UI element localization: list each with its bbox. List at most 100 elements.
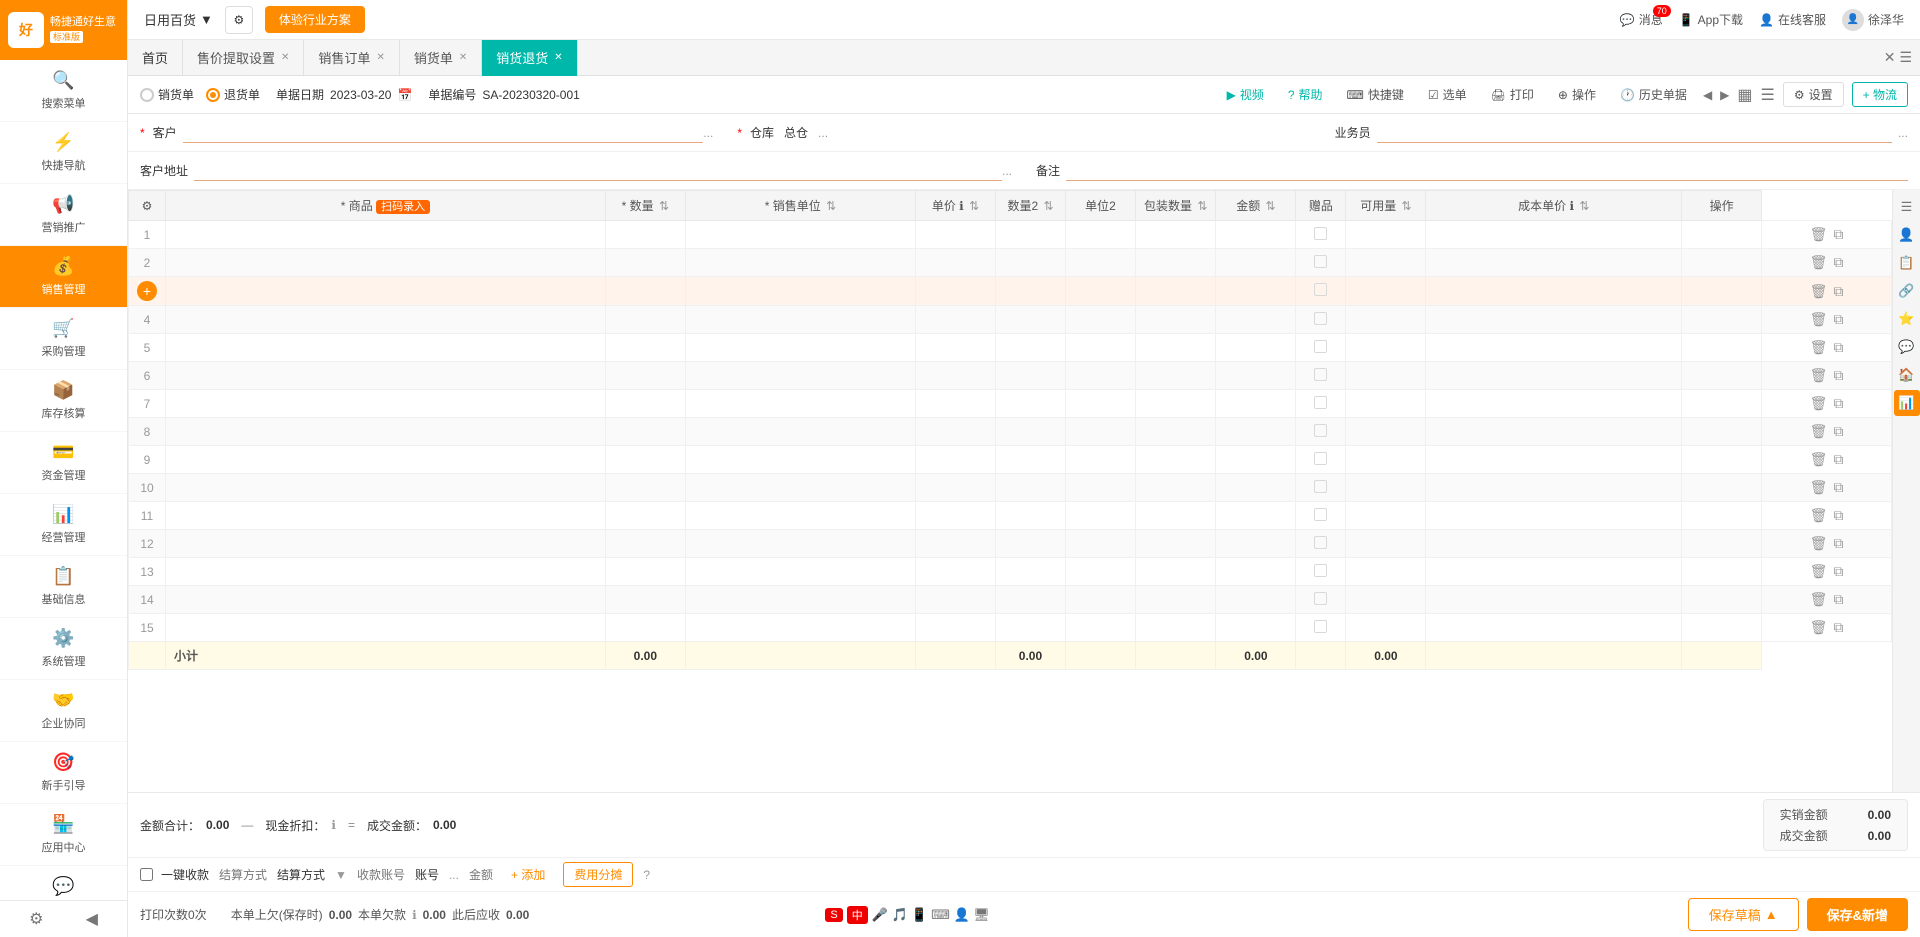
sidebar-item-sales[interactable]: 💰 销售管理 <box>0 246 127 308</box>
right-icon-4[interactable]: 🔗 <box>1894 278 1920 304</box>
add-material-btn[interactable]: + 物流 <box>1852 82 1908 107</box>
nav-next-icon[interactable]: ▶ <box>1720 88 1729 102</box>
one-click-payment[interactable]: 一键收款 <box>140 866 209 883</box>
tab-close-price-set[interactable]: ✕ <box>281 52 289 63</box>
one-click-checkbox[interactable] <box>140 868 153 881</box>
product-input-7[interactable] <box>174 397 597 411</box>
right-icon-3[interactable]: 📋 <box>1894 250 1920 276</box>
copy-icon-10[interactable]: ⧉ <box>1833 479 1843 496</box>
right-icon-7[interactable]: 🏠 <box>1894 362 1920 388</box>
fee-help-icon[interactable]: ? <box>643 868 650 882</box>
fee-split-btn[interactable]: 费用分摊 <box>563 862 633 887</box>
settings-btn[interactable]: ⚙ 设置 <box>1783 82 1844 107</box>
settings-bottom-icon[interactable]: ⚙ <box>29 909 43 929</box>
delete-icon-11[interactable]: 🗑 <box>1810 507 1828 524</box>
delete-icon-10[interactable]: 🗑 <box>1810 479 1828 496</box>
print-btn[interactable]: 🖨 打印 <box>1483 83 1542 106</box>
gift-checkbox-13[interactable] <box>1314 564 1327 577</box>
copy-icon-4[interactable]: ⧉ <box>1833 311 1843 328</box>
warehouse-dots[interactable]: ... <box>818 126 828 140</box>
sidebar-item-operation[interactable]: 📊 经营管理 <box>0 494 127 556</box>
gift-checkbox-11[interactable] <box>1314 508 1327 521</box>
copy-icon-11[interactable]: ⧉ <box>1833 507 1843 524</box>
product-input-6[interactable] <box>174 369 597 383</box>
gift-checkbox-3[interactable] <box>1314 283 1327 296</box>
current-debt-help[interactable]: ℹ <box>412 908 417 922</box>
gift-checkbox-8[interactable] <box>1314 424 1327 437</box>
gift-checkbox-2[interactable] <box>1314 255 1327 268</box>
calendar-icon[interactable]: 📅 <box>397 88 412 102</box>
gift-checkbox-7[interactable] <box>1314 396 1327 409</box>
sidebar-item-inventory[interactable]: 📦 库存核算 <box>0 370 127 432</box>
delete-icon-4[interactable]: 🗑 <box>1810 311 1828 328</box>
copy-icon-12[interactable]: ⧉ <box>1833 535 1843 552</box>
grid-view-icon[interactable]: ▦ <box>1737 85 1752 105</box>
product-input-15[interactable] <box>174 621 597 635</box>
sidebar-item-wechat[interactable]: 💬 企业微信 <box>0 866 127 900</box>
copy-icon-3[interactable]: ⧉ <box>1833 283 1843 300</box>
video-btn[interactable]: ▶ 视频 <box>1219 83 1272 106</box>
product-input-12[interactable] <box>174 537 597 551</box>
collapse-icon[interactable]: ◀ <box>86 909 98 929</box>
col-gear[interactable]: ⚙ <box>129 191 166 221</box>
sidebar-item-search[interactable]: 🔍 搜索菜单 <box>0 60 127 122</box>
industry-dropdown[interactable]: 日用百货 ▼ <box>144 10 213 29</box>
remark-input[interactable] <box>1066 160 1908 181</box>
gift-checkbox-1[interactable] <box>1314 227 1327 240</box>
sidebar-item-system[interactable]: ⚙️ 系统管理 <box>0 618 127 680</box>
copy-icon-13[interactable]: ⧉ <box>1833 563 1843 580</box>
sidebar-item-newbie[interactable]: 🎯 新手引导 <box>0 742 127 804</box>
shortcut-btn[interactable]: ⌨ 快捷键 <box>1339 83 1412 106</box>
product-input-2[interactable] <box>174 256 597 270</box>
tab-home[interactable]: 首页 <box>128 40 183 76</box>
sidebar-item-marketing[interactable]: 📢 营销推广 <box>0 184 127 246</box>
cost-unit-sort-icon[interactable]: ⇅ <box>1579 199 1589 213</box>
customer-input[interactable] <box>183 122 704 143</box>
discount-help-icon[interactable]: ℹ <box>331 818 336 832</box>
gift-checkbox-4[interactable] <box>1314 312 1327 325</box>
gear-button[interactable]: ⚙ <box>225 6 253 34</box>
online-service-button[interactable]: 👤 在线客服 <box>1759 11 1826 28</box>
tab-close-sales-return[interactable]: ✕ <box>554 52 562 63</box>
list-view-icon[interactable]: ☰ <box>1761 85 1775 105</box>
radio-return[interactable]: 退货单 <box>206 86 260 103</box>
product-input-8[interactable] <box>174 425 597 439</box>
copy-icon-8[interactable]: ⧉ <box>1833 423 1843 440</box>
add-row-button[interactable]: + <box>137 281 157 301</box>
right-icon-6[interactable]: 💬 <box>1894 334 1920 360</box>
tab-sales-order[interactable]: 销售订单 ✕ <box>304 40 399 76</box>
help-btn[interactable]: ? 帮助 <box>1280 83 1331 106</box>
gift-checkbox-10[interactable] <box>1314 480 1327 493</box>
qty2-sort-icon[interactable]: ⇅ <box>1043 199 1053 213</box>
product-input-13[interactable] <box>174 565 597 579</box>
delete-icon-13[interactable]: 🗑 <box>1810 563 1828 580</box>
delete-icon-12[interactable]: 🗑 <box>1810 535 1828 552</box>
select-btn[interactable]: ☑ 选单 <box>1420 83 1475 106</box>
tab-close-sales-order[interactable]: ✕ <box>376 52 384 63</box>
product-input-4[interactable] <box>174 313 597 327</box>
copy-icon-6[interactable]: ⧉ <box>1833 367 1843 384</box>
gift-checkbox-14[interactable] <box>1314 592 1327 605</box>
product-input-11[interactable] <box>174 509 597 523</box>
operate-btn[interactable]: ⊕ 操作 <box>1550 83 1604 106</box>
message-button[interactable]: 💬 消息 70 <box>1620 11 1663 28</box>
delete-icon-7[interactable]: 🗑 <box>1810 395 1828 412</box>
right-icon-5[interactable]: ⭐ <box>1894 306 1920 332</box>
tab-sales[interactable]: 销货单 ✕ <box>400 40 482 76</box>
product-input-3[interactable] <box>174 284 597 298</box>
copy-icon-2[interactable]: ⧉ <box>1833 254 1843 271</box>
unit-price-sort-icon[interactable]: ⇅ <box>969 199 979 213</box>
product-input-1[interactable] <box>174 228 597 242</box>
delete-icon-9[interactable]: 🗑 <box>1810 451 1828 468</box>
copy-icon-14[interactable]: ⧉ <box>1833 591 1843 608</box>
delete-icon-3[interactable]: 🗑 <box>1810 283 1828 300</box>
salesperson-input[interactable] <box>1377 122 1892 143</box>
radio-sales[interactable]: 销货单 <box>140 86 194 103</box>
delete-icon-5[interactable]: 🗑 <box>1810 339 1828 356</box>
gift-checkbox-15[interactable] <box>1314 620 1327 633</box>
tab-sales-return[interactable]: 销货退货 ✕ <box>482 40 577 76</box>
copy-icon-15[interactable]: ⧉ <box>1833 619 1843 636</box>
right-icon-1[interactable]: ☰ <box>1894 194 1920 220</box>
delete-icon-8[interactable]: 🗑 <box>1810 423 1828 440</box>
product-input-14[interactable] <box>174 593 597 607</box>
